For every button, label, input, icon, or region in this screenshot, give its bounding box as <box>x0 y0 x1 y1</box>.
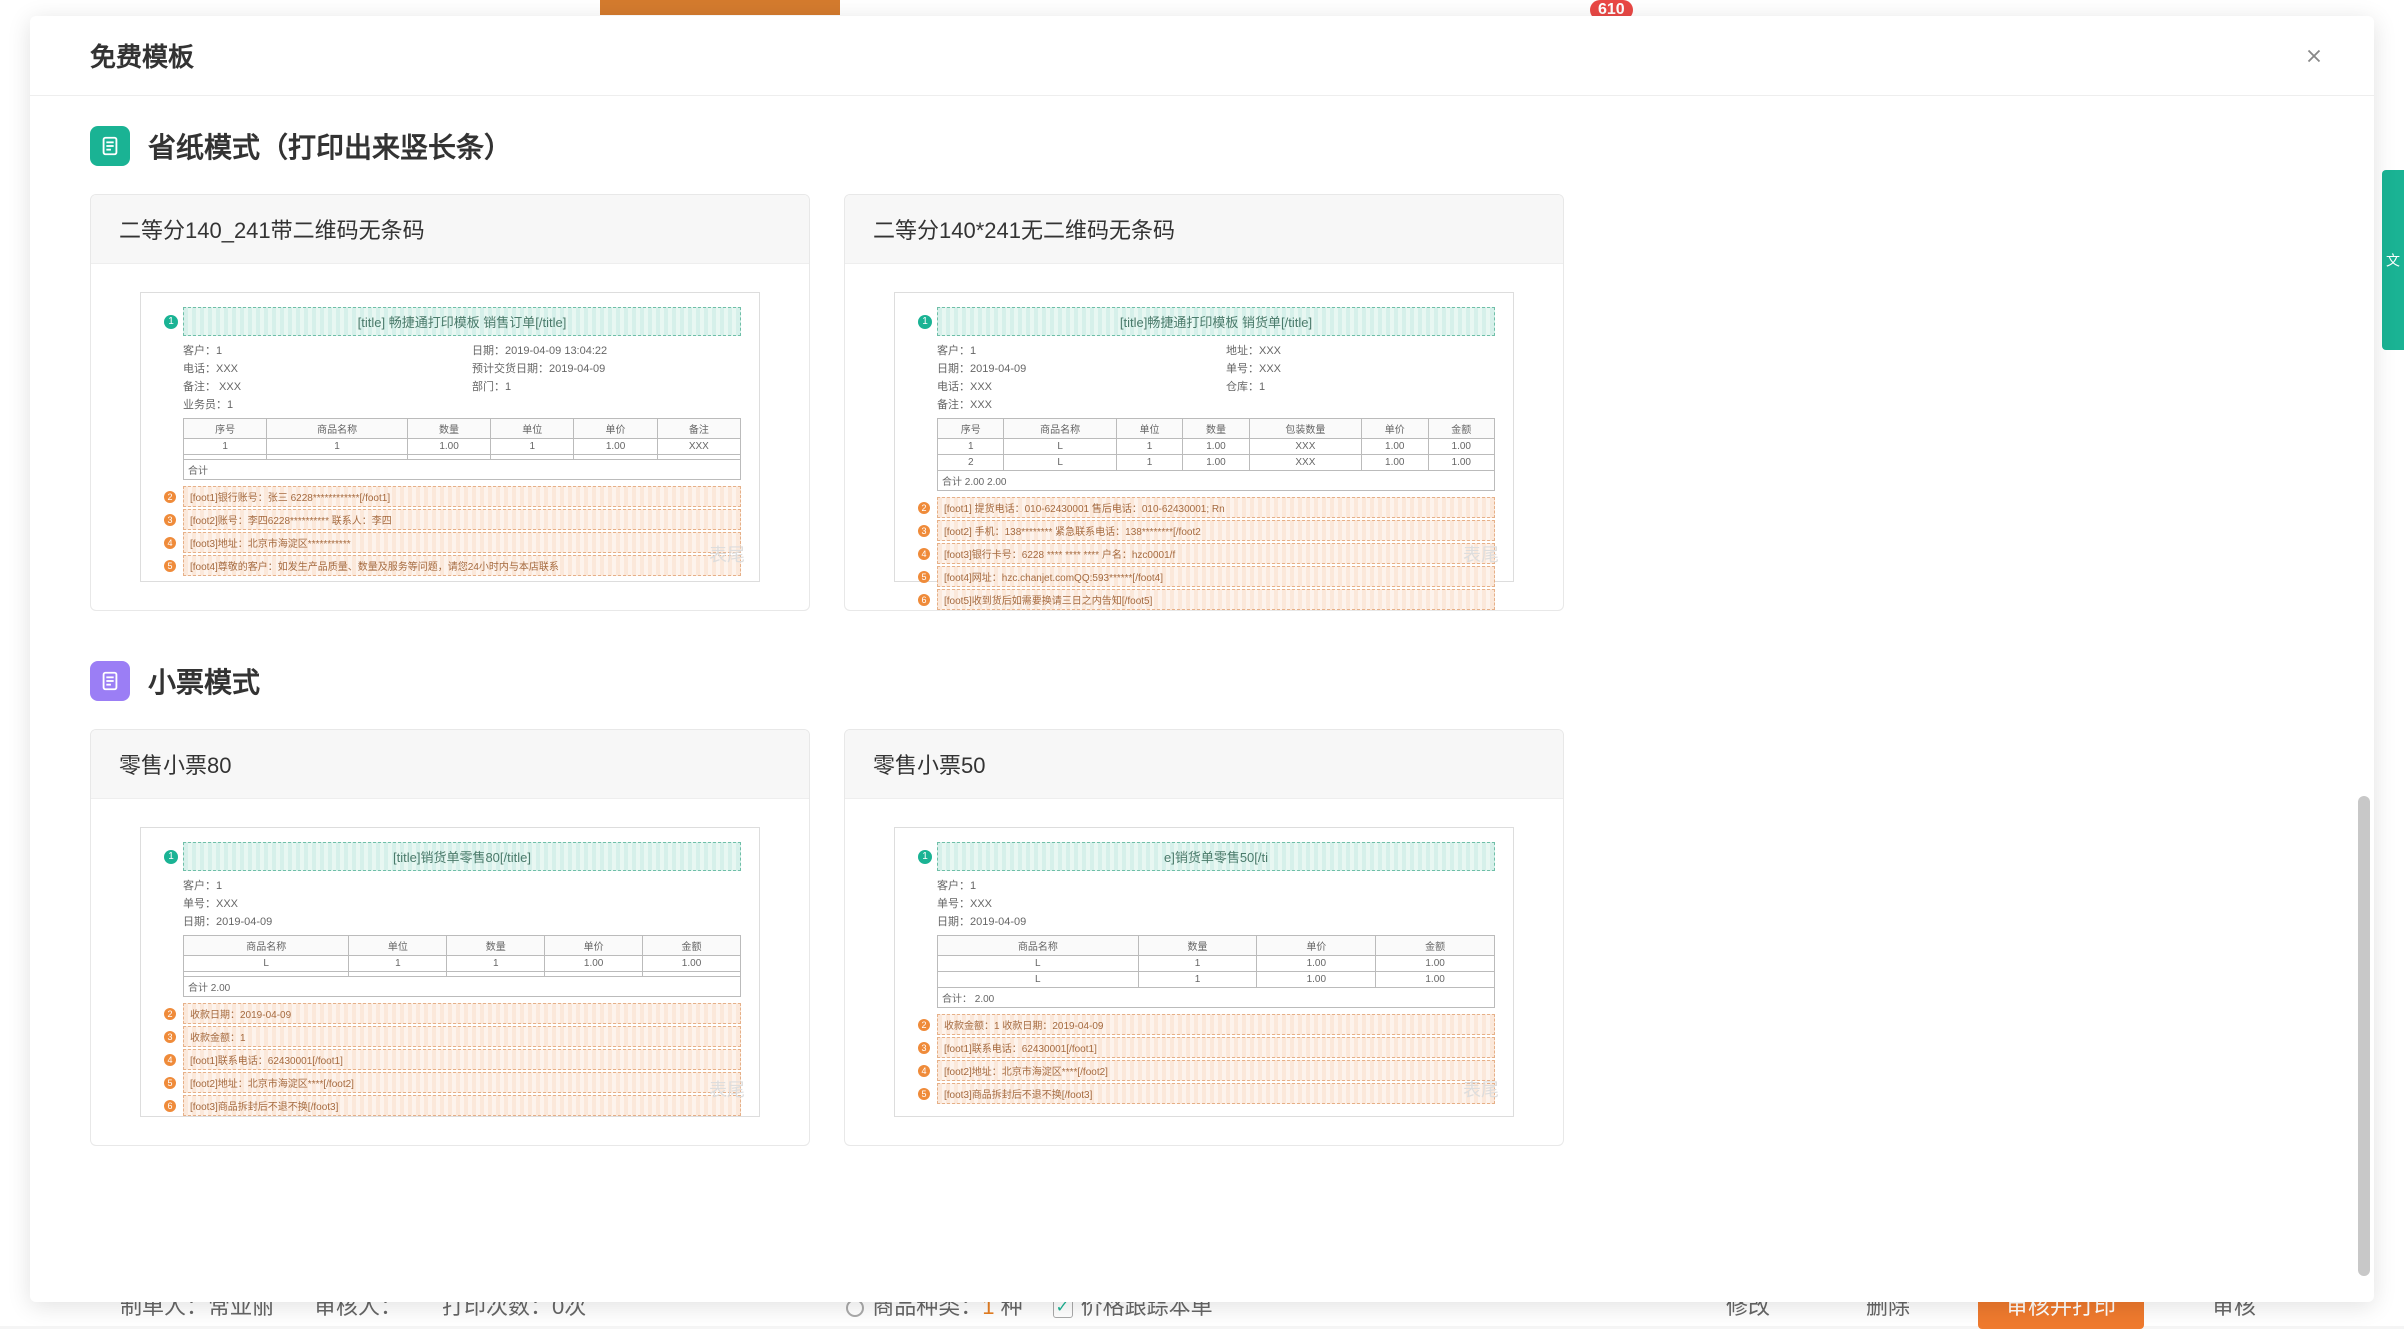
template-card[interactable]: 二等分140_241带二维码无条码 [title] 畅捷通打印模板 销售订单[/t… <box>90 194 810 611</box>
bullet-icon: 1 <box>164 850 178 864</box>
bullet-icon: 6 <box>918 594 930 606</box>
close-button[interactable] <box>2294 36 2334 76</box>
preview-doc-title: [title]销货单零售80[/title]1 <box>183 842 741 871</box>
bullet-icon: 2 <box>164 1008 176 1020</box>
card-body: [title]销货单零售80[/title]1 客户：1单号：XXX日期：2019… <box>91 799 809 1145</box>
preview-doc-title: [title] 畅捷通打印模板 销售订单[/title]1 <box>183 307 741 336</box>
preview-doc-title: [title]畅捷通打印模板 销货单[/title]1 <box>937 307 1495 336</box>
preview-footer: 收款日期：2019-04-092收款金额：13[foot1]联系电话：62430… <box>183 1003 741 1116</box>
card-row: 二等分140_241带二维码无条码 [title] 畅捷通打印模板 销售订单[/t… <box>90 194 2314 611</box>
template-card[interactable]: 零售小票50 e]销货单零售50[/ti1 客户：1单号：XXX日期：2019-04… <box>844 729 1564 1146</box>
template-card[interactable]: 二等分140*241无二维码无条码 [title]畅捷通打印模板 销货单[/tit… <box>844 194 1564 611</box>
bullet-icon: 3 <box>164 514 176 526</box>
bullet-icon: 2 <box>918 1019 930 1031</box>
bullet-icon: 5 <box>918 1088 930 1100</box>
preview-info: 客户：1单号：XXX日期：2019-04-09 <box>937 877 1495 929</box>
bullet-icon: 4 <box>918 548 930 560</box>
preview-table: 序号商品名称单位数量包装数量单价金额1L11.00XXX1.001.002L11… <box>937 418 1495 491</box>
preview-footer: [foot1] 提货电话：010-62430001 售后电话：010-62430… <box>937 497 1495 610</box>
close-icon <box>2303 45 2325 67</box>
bullet-icon: 6 <box>164 1100 176 1112</box>
receipt-icon <box>90 661 130 701</box>
bullet-icon: 3 <box>918 1042 930 1054</box>
bullet-icon: 5 <box>164 1077 176 1089</box>
card-body: [title]畅捷通打印模板 销货单[/title]1 客户：1地址：XXX日期：… <box>845 264 1563 610</box>
bullet-icon: 3 <box>918 525 930 537</box>
card-row: 零售小票80 [title]销货单零售80[/title]1 客户：1单号：XXX日… <box>90 729 2314 1146</box>
bullet-icon: 3 <box>164 1031 176 1043</box>
template-preview: e]销货单零售50[/ti1 客户：1单号：XXX日期：2019-04-09 商品名… <box>894 827 1514 1117</box>
watermark-text: 表尾 <box>1463 541 1499 567</box>
bullet-icon: 4 <box>164 537 176 549</box>
template-preview: [title]畅捷通打印模板 销货单[/title]1 客户：1地址：XXX日期：… <box>894 292 1514 582</box>
bullet-icon: 2 <box>918 502 930 514</box>
modal-title: 免费模板 <box>90 37 194 74</box>
preview-info: 客户：1地址：XXX日期：2019-04-09单号：XXX电话：XXX仓库：1备… <box>937 342 1495 412</box>
watermark-text: 表尾 <box>709 541 745 567</box>
section-header: 小票模式 <box>90 661 2314 701</box>
card-title: 零售小票80 <box>91 730 809 799</box>
scrollbar-thumb[interactable] <box>2358 796 2370 1276</box>
watermark-text: 表尾 <box>1463 1076 1499 1102</box>
bullet-icon: 4 <box>164 1054 176 1066</box>
template-card[interactable]: 零售小票80 [title]销货单零售80[/title]1 客户：1单号：XXX日… <box>90 729 810 1146</box>
preview-info: 客户：1单号：XXX日期：2019-04-09 <box>183 877 741 929</box>
bullet-icon: 1 <box>918 315 932 329</box>
template-section: 省纸模式（打印出来竖长条） 二等分140_241带二维码无条码 [title] 畅捷… <box>90 126 2314 611</box>
preview-table: 序号商品名称数量单位单价备注111.0011.00XXX合计 <box>183 418 741 480</box>
bullet-icon: 4 <box>918 1065 930 1077</box>
top-accent <box>600 0 840 15</box>
right-side-tab[interactable]: 文 <box>2382 170 2404 350</box>
card-title: 二等分140_241带二维码无条码 <box>91 195 809 264</box>
section-title: 小票模式 <box>148 661 260 701</box>
modal-body: 省纸模式（打印出来竖长条） 二等分140_241带二维码无条码 [title] 畅捷… <box>30 96 2374 1302</box>
card-body: e]销货单零售50[/ti1 客户：1单号：XXX日期：2019-04-09 商品名… <box>845 799 1563 1145</box>
preview-table: 商品名称数量单价金额L11.001.00L11.001.00合计： 2.00 <box>937 935 1495 1008</box>
template-section: 小票模式零售小票80 [title]销货单零售80[/title]1 客户：1单号：… <box>90 661 2314 1146</box>
card-title: 二等分140*241无二维码无条码 <box>845 195 1563 264</box>
bullet-icon: 5 <box>164 560 176 572</box>
bullet-icon: 1 <box>164 315 178 329</box>
preview-doc-title: e]销货单零售50[/ti1 <box>937 842 1495 871</box>
preview-table: 商品名称单位数量单价金额L111.001.00合计 2.00 <box>183 935 741 997</box>
scrollbar-track[interactable] <box>2358 116 2370 1272</box>
template-preview: [title] 畅捷通打印模板 销售订单[/title]1 客户：1日期：2019… <box>140 292 760 582</box>
preview-info: 客户：1日期：2019-04-09 13:04:22电话：XXX预计交货日期：2… <box>183 342 741 412</box>
card-body: [title] 畅捷通打印模板 销售订单[/title]1 客户：1日期：2019… <box>91 264 809 610</box>
preview-footer: 收款金额：1 收款日期：2019-04-092[foot1]联系电话：62430… <box>937 1014 1495 1104</box>
template-modal: 免费模板 省纸模式（打印出来竖长条） 二等分140_241带二维码无条码 [titl… <box>30 16 2374 1302</box>
modal-header: 免费模板 <box>30 16 2374 96</box>
section-header: 省纸模式（打印出来竖长条） <box>90 126 2314 166</box>
bullet-icon: 2 <box>164 491 176 503</box>
bullet-icon: 1 <box>918 850 932 864</box>
watermark-text: 表尾 <box>709 1076 745 1102</box>
document-icon <box>90 126 130 166</box>
preview-footer: [foot1]银行账号：张三 6228************[/foot1]2… <box>183 486 741 576</box>
card-title: 零售小票50 <box>845 730 1563 799</box>
section-title: 省纸模式（打印出来竖长条） <box>148 126 512 166</box>
template-preview: [title]销货单零售80[/title]1 客户：1单号：XXX日期：2019… <box>140 827 760 1117</box>
bullet-icon: 5 <box>918 571 930 583</box>
